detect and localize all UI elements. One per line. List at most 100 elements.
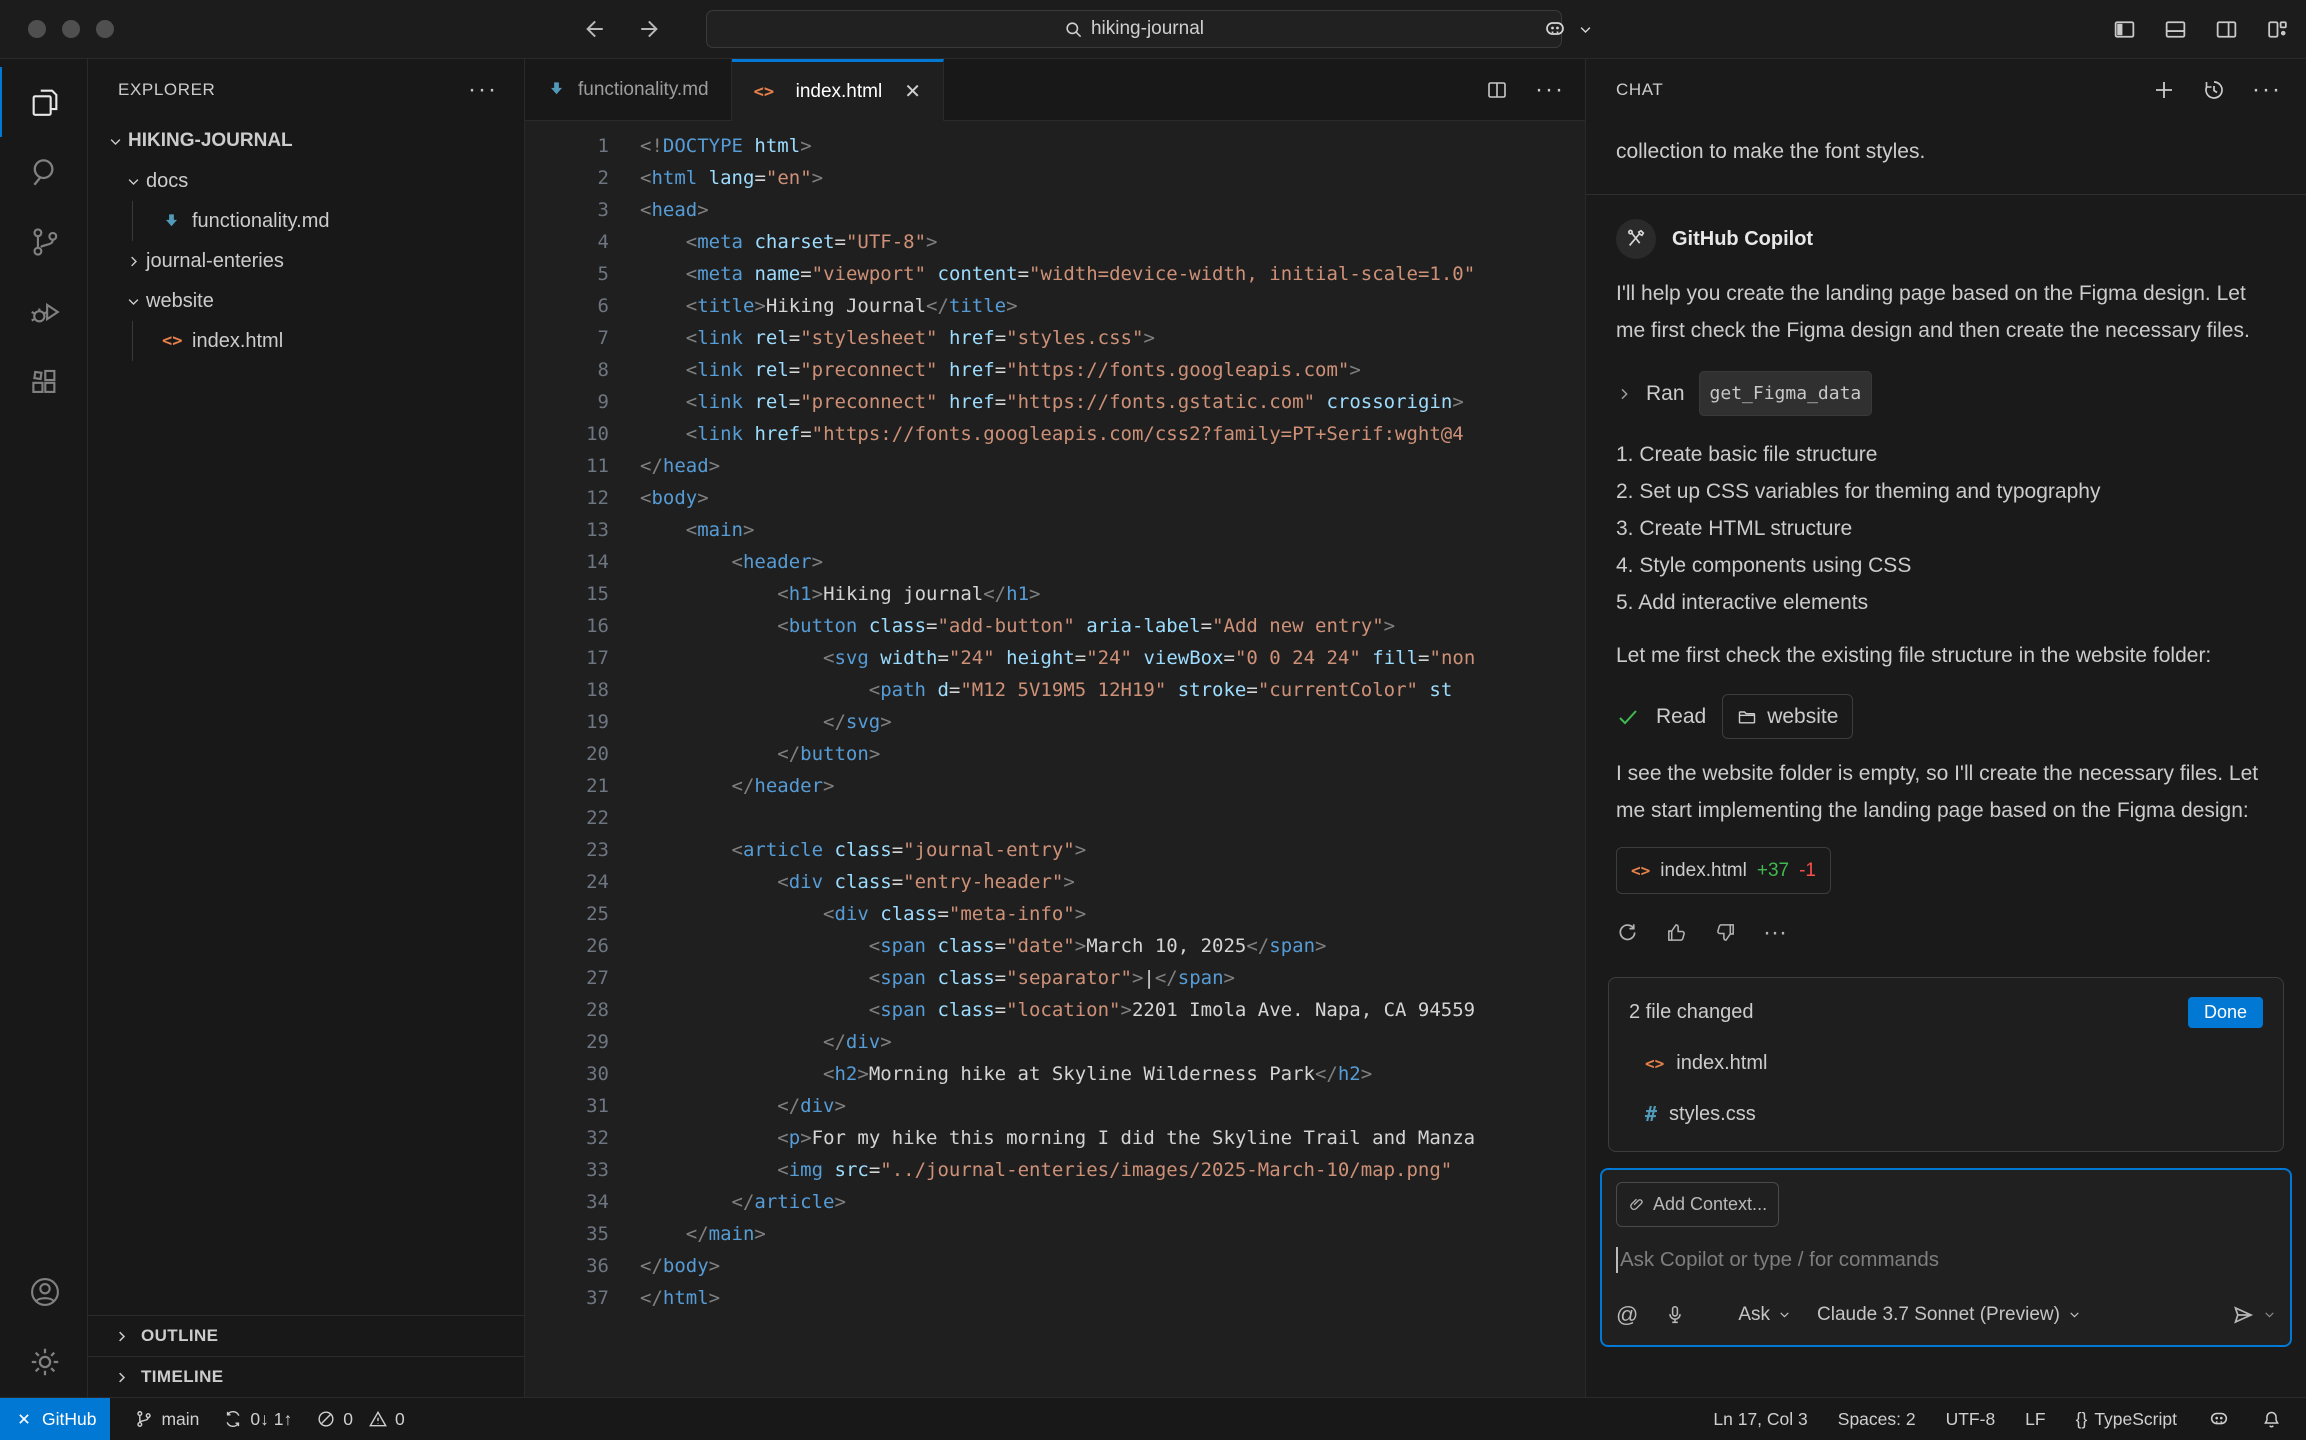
file-diff-chip[interactable]: <> index.html +37 -1: [1616, 847, 1831, 894]
code-text: <link rel="stylesheet" href="styles.css"…: [609, 327, 1155, 349]
code-text: <!DOCTYPE html>: [609, 135, 812, 157]
ran-label: Ran: [1646, 375, 1685, 412]
indentation-indicator[interactable]: Spaces: 2: [1838, 1409, 1916, 1430]
close-tab-icon[interactable]: ✕: [904, 79, 921, 104]
tree-item-website[interactable]: website: [88, 281, 524, 321]
activity-source-control[interactable]: [0, 207, 87, 277]
send-icon[interactable]: [2231, 1303, 2255, 1327]
mention-button[interactable]: @: [1616, 1296, 1638, 1333]
changed-file-row[interactable]: #styles.css: [1629, 1096, 2263, 1133]
code-line: 5 <meta name="viewport" content="width=d…: [525, 258, 1585, 290]
code-line: 1<!DOCTYPE html>: [525, 130, 1585, 162]
eol-indicator[interactable]: LF: [2025, 1409, 2045, 1430]
chevron-down-icon: [120, 174, 146, 189]
thumbs-up-icon[interactable]: [1665, 921, 1688, 944]
rerun-icon[interactable]: [1616, 921, 1639, 944]
line-number: 9: [525, 391, 609, 413]
activity-run-debug[interactable]: [0, 277, 87, 347]
cursor-position[interactable]: Ln 17, Col 3: [1713, 1409, 1807, 1430]
model-picker-dropdown[interactable]: Claude 3.7 Sonnet (Preview): [1817, 1296, 2081, 1333]
code-text: <meta name="viewport" content="width=dev…: [609, 263, 1475, 285]
microphone-icon[interactable]: [1664, 1304, 1686, 1326]
chevron-right-icon: [1616, 386, 1632, 402]
minimize-window-button[interactable]: [62, 20, 80, 38]
activity-explorer[interactable]: [0, 67, 87, 137]
error-count: 0: [343, 1409, 353, 1430]
toggle-panel-icon[interactable]: [2163, 17, 2188, 42]
code-line: 19 </svg>: [525, 706, 1585, 738]
read-target-chip[interactable]: website: [1722, 694, 1853, 739]
activity-account[interactable]: [0, 1257, 87, 1327]
split-editor-icon[interactable]: [1485, 78, 1509, 102]
new-chat-icon[interactable]: [2152, 78, 2176, 102]
chevron-right-icon: [114, 1370, 129, 1385]
chevron-down-icon[interactable]: [2263, 1308, 2276, 1321]
chat-history-icon[interactable]: [2202, 78, 2226, 102]
timeline-section[interactable]: TIMELINE: [88, 1356, 524, 1397]
customize-layout-icon[interactable]: [2265, 17, 2290, 42]
window-controls: [28, 20, 114, 38]
toggle-primary-sidebar-icon[interactable]: [2112, 17, 2137, 42]
activity-extensions[interactable]: [0, 347, 87, 417]
encoding-indicator[interactable]: UTF-8: [1946, 1409, 1996, 1430]
chat-mode-dropdown[interactable]: Ask: [1738, 1296, 1791, 1333]
tree-item-journal-enteries[interactable]: journal-enteries: [88, 241, 524, 281]
code-editor[interactable]: 1<!DOCTYPE html>2<html lang="en">3<head>…: [525, 121, 1585, 1397]
editor-more-actions[interactable]: ···: [1535, 76, 1565, 104]
thumbs-down-icon[interactable]: [1714, 921, 1737, 944]
maximize-window-button[interactable]: [96, 20, 114, 38]
line-number: 18: [525, 679, 609, 701]
changed-file-row[interactable]: <>index.html: [1629, 1045, 2263, 1082]
problems-indicator[interactable]: 0 0: [316, 1409, 404, 1430]
tree-item-label: docs: [146, 170, 188, 193]
toggle-secondary-sidebar-icon[interactable]: [2214, 17, 2239, 42]
notifications-bell-icon[interactable]: [2261, 1409, 2282, 1430]
sync-icon: [223, 1409, 243, 1429]
go-back-button[interactable]: [578, 14, 608, 44]
command-center-search[interactable]: hiking-journal: [706, 10, 1562, 48]
go-forward-button[interactable]: [636, 14, 666, 44]
plan-step: 4. Style components using CSS: [1616, 547, 2276, 584]
tree-item-hiking-journal[interactable]: HIKING-JOURNAL: [88, 121, 524, 161]
line-number: 22: [525, 807, 609, 829]
explorer-more-actions[interactable]: ···: [468, 76, 498, 104]
tree-item-functionality-md[interactable]: functionality.md: [88, 201, 524, 241]
chat-paragraph-check: Let me first check the existing file str…: [1616, 637, 2276, 674]
tree-item-index-html[interactable]: <>index.html: [88, 321, 524, 361]
chat-input[interactable]: Ask Copilot or type / for commands: [1616, 1241, 2276, 1278]
add-context-button[interactable]: Add Context...: [1616, 1182, 1779, 1227]
tool-run-row[interactable]: Ran get_Figma_data: [1616, 371, 2276, 416]
tab-index-html[interactable]: <> index.html ✕: [732, 59, 944, 121]
copilot-menu-button[interactable]: [1542, 17, 1593, 41]
activity-search[interactable]: [0, 137, 87, 207]
language-mode[interactable]: {} TypeScript: [2076, 1409, 2177, 1430]
close-window-button[interactable]: [28, 20, 46, 38]
activity-bar: [0, 59, 88, 1397]
done-button[interactable]: Done: [2188, 997, 2263, 1028]
copilot-status-icon[interactable]: [2207, 1408, 2231, 1430]
chat-input-container: Add Context... Ask Copilot or type / for…: [1600, 1168, 2292, 1347]
message-more-actions[interactable]: ···: [1763, 914, 1787, 951]
tree-item-docs[interactable]: docs: [88, 161, 524, 201]
html-file-icon: <>: [1645, 1045, 1664, 1082]
branch-indicator[interactable]: main: [134, 1409, 199, 1430]
tree-item-label: functionality.md: [192, 210, 329, 233]
code-text: <main>: [609, 519, 754, 541]
code-text: <title>Hiking Journal</title>: [609, 295, 1018, 317]
tab-functionality-md[interactable]: functionality.md: [525, 59, 732, 120]
code-line: 18 <path d="M12 5V19M5 12H19" stroke="cu…: [525, 674, 1585, 706]
warning-count: 0: [395, 1409, 405, 1430]
code-line: 31 </div>: [525, 1090, 1585, 1122]
code-text: </svg>: [609, 711, 892, 733]
line-number: 1: [525, 135, 609, 157]
tab-label: functionality.md: [578, 79, 709, 101]
chat-more-actions[interactable]: ···: [2252, 76, 2282, 104]
folder-icon: [1737, 707, 1757, 727]
code-line: 25 <div class="meta-info">: [525, 898, 1585, 930]
line-number: 21: [525, 775, 609, 797]
outline-section[interactable]: OUTLINE: [88, 1315, 524, 1356]
code-text: <path d="M12 5V19M5 12H19" stroke="curre…: [609, 679, 1452, 701]
activity-settings[interactable]: [0, 1327, 87, 1397]
sync-indicator[interactable]: 0↓ 1↑: [223, 1409, 292, 1430]
remote-indicator[interactable]: GitHub: [0, 1398, 110, 1440]
